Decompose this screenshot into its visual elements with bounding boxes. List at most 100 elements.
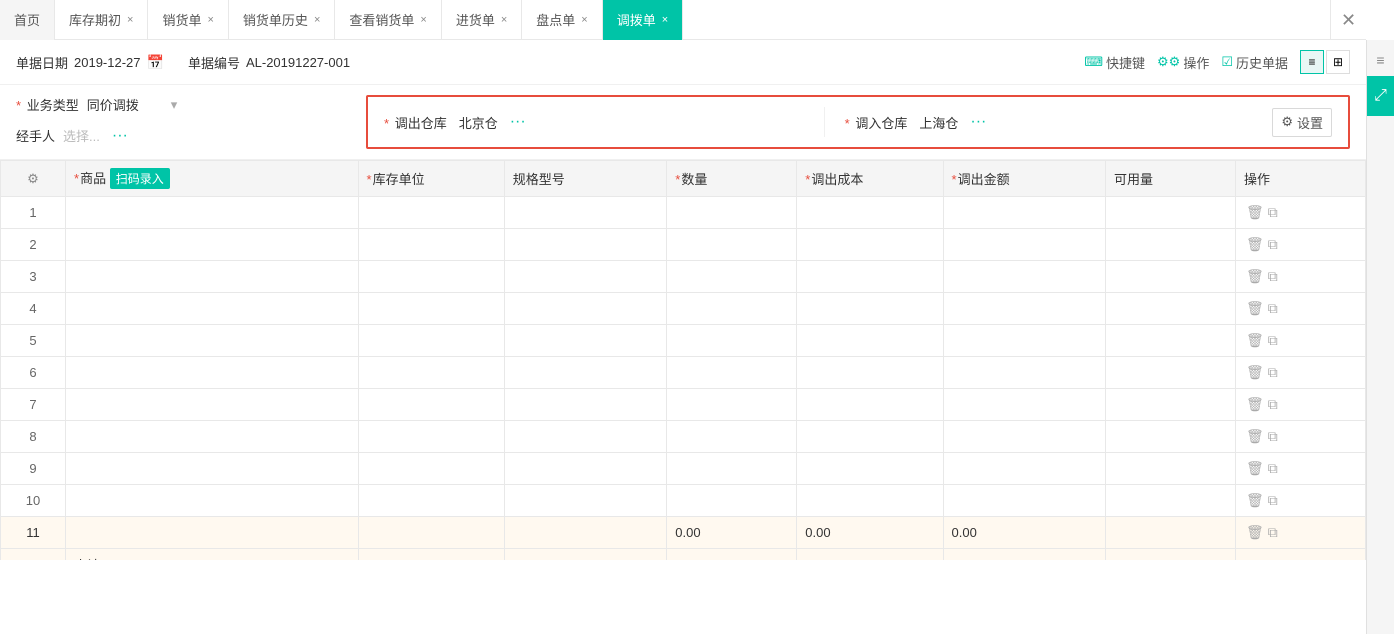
cell-available[interactable] bbox=[1106, 421, 1236, 453]
delete-icon[interactable]: 🗑 bbox=[1246, 204, 1264, 220]
cell-spec[interactable] bbox=[504, 421, 667, 453]
delete-icon[interactable]: 🗑 bbox=[1246, 524, 1264, 540]
col-gear[interactable]: ⚙ bbox=[1, 161, 66, 197]
cell-spec[interactable] bbox=[504, 261, 667, 293]
copy-icon[interactable]: ⧉ bbox=[1268, 268, 1278, 284]
cell-product[interactable] bbox=[66, 325, 359, 357]
cell-amount[interactable] bbox=[943, 197, 1106, 229]
cell-available[interactable] bbox=[1106, 389, 1236, 421]
tab-item-sales-order[interactable]: 销货单× bbox=[148, 0, 228, 40]
tab-item-inventory-init[interactable]: 库存期初× bbox=[55, 0, 148, 40]
cell-cost[interactable] bbox=[797, 197, 943, 229]
cell-unit[interactable] bbox=[358, 389, 504, 421]
cell-amount[interactable] bbox=[943, 453, 1106, 485]
cell-product[interactable] bbox=[66, 485, 359, 517]
scan-entry-button[interactable]: 扫码录入 bbox=[110, 168, 170, 189]
calendar-icon[interactable]: 📅 bbox=[147, 54, 164, 71]
cell-cost[interactable] bbox=[797, 357, 943, 389]
cell-available[interactable] bbox=[1106, 357, 1236, 389]
view-toggle-grid[interactable]: ⊞ bbox=[1326, 50, 1350, 74]
cell-amount[interactable] bbox=[943, 293, 1106, 325]
cell-qty[interactable] bbox=[667, 261, 797, 293]
operations-action[interactable]: ⚙⚙ 操作 bbox=[1157, 53, 1209, 72]
delete-icon[interactable]: 🗑 bbox=[1246, 428, 1264, 444]
cell-product[interactable] bbox=[66, 229, 359, 261]
tab-close-sales-order[interactable]: × bbox=[207, 14, 213, 26]
cell-cost[interactable] bbox=[797, 261, 943, 293]
cell-cost[interactable] bbox=[797, 229, 943, 261]
delete-icon[interactable]: 🗑 bbox=[1246, 364, 1264, 380]
cell-product[interactable] bbox=[66, 357, 359, 389]
cell-product[interactable] bbox=[66, 261, 359, 293]
sidebar-expand-icon[interactable]: ⤢ bbox=[1367, 76, 1394, 116]
copy-icon[interactable]: ⧉ bbox=[1268, 428, 1278, 444]
cell-qty[interactable] bbox=[667, 229, 797, 261]
history-action[interactable]: ☑ 历史单据 bbox=[1221, 53, 1288, 72]
cell-qty[interactable] bbox=[667, 453, 797, 485]
copy-icon[interactable]: ⧉ bbox=[1268, 524, 1278, 540]
cell-available[interactable] bbox=[1106, 229, 1236, 261]
cell-amount[interactable] bbox=[943, 357, 1106, 389]
cell-unit[interactable] bbox=[358, 261, 504, 293]
delete-icon[interactable]: 🗑 bbox=[1246, 268, 1264, 284]
cell-spec[interactable] bbox=[504, 325, 667, 357]
cell-product[interactable] bbox=[66, 453, 359, 485]
delete-icon[interactable]: 🗑 bbox=[1246, 300, 1264, 316]
cell-unit[interactable] bbox=[358, 485, 504, 517]
copy-icon[interactable]: ⧉ bbox=[1268, 364, 1278, 380]
cell-unit[interactable] bbox=[358, 325, 504, 357]
tab-item-view-sales[interactable]: 查看销货单× bbox=[335, 0, 441, 40]
business-type-select[interactable]: 同价调拨 ▾ bbox=[87, 95, 247, 114]
cell-available[interactable] bbox=[1106, 261, 1236, 293]
cell-spec[interactable] bbox=[504, 453, 667, 485]
copy-icon[interactable]: ⧉ bbox=[1268, 492, 1278, 508]
person-more-btn[interactable]: ··· bbox=[108, 127, 132, 145]
delete-icon[interactable]: 🗑 bbox=[1246, 492, 1264, 508]
cell-spec[interactable] bbox=[504, 357, 667, 389]
cell-cost[interactable] bbox=[797, 421, 943, 453]
cell-amount[interactable] bbox=[943, 485, 1106, 517]
copy-icon[interactable]: ⧉ bbox=[1268, 396, 1278, 412]
cell-cost[interactable] bbox=[797, 293, 943, 325]
out-warehouse-more-btn[interactable]: ··· bbox=[506, 113, 530, 131]
tab-item-transfer[interactable]: 调拨单× bbox=[603, 0, 683, 40]
delete-icon[interactable]: 🗑 bbox=[1246, 332, 1264, 348]
copy-icon[interactable]: ⧉ bbox=[1268, 332, 1278, 348]
cell-spec[interactable] bbox=[504, 229, 667, 261]
cell-cost[interactable] bbox=[797, 389, 943, 421]
cell-unit[interactable] bbox=[358, 357, 504, 389]
cell-product[interactable] bbox=[66, 293, 359, 325]
delete-icon[interactable]: 🗑 bbox=[1246, 236, 1264, 252]
tab-close-transfer[interactable]: × bbox=[662, 14, 668, 26]
cell-product[interactable] bbox=[66, 197, 359, 229]
cell-unit[interactable] bbox=[358, 293, 504, 325]
tab-close-stocktake[interactable]: × bbox=[581, 14, 587, 26]
cell-spec[interactable] bbox=[504, 197, 667, 229]
cell-unit[interactable] bbox=[358, 453, 504, 485]
cell-product[interactable] bbox=[66, 389, 359, 421]
tab-close-sales-history[interactable]: × bbox=[314, 14, 320, 26]
cell-qty[interactable] bbox=[667, 357, 797, 389]
shortcut-action[interactable]: ⌨ 快捷键 bbox=[1084, 53, 1145, 72]
tab-item-sales-history[interactable]: 销货单历史× bbox=[229, 0, 335, 40]
settings-button[interactable]: ⚙ 设置 bbox=[1272, 108, 1332, 137]
cell-cost[interactable] bbox=[797, 485, 943, 517]
cell-available[interactable] bbox=[1106, 325, 1236, 357]
cell-qty[interactable] bbox=[667, 389, 797, 421]
cell-qty[interactable] bbox=[667, 325, 797, 357]
cell-cost[interactable] bbox=[797, 325, 943, 357]
tab-close-purchase-order[interactable]: × bbox=[501, 14, 507, 26]
cell-amount[interactable] bbox=[943, 229, 1106, 261]
cell-qty[interactable] bbox=[667, 293, 797, 325]
cell-available[interactable] bbox=[1106, 485, 1236, 517]
cell-unit[interactable] bbox=[358, 197, 504, 229]
cell-unit[interactable] bbox=[358, 421, 504, 453]
cell-cost[interactable] bbox=[797, 453, 943, 485]
cell-qty[interactable] bbox=[667, 485, 797, 517]
copy-icon[interactable]: ⧉ bbox=[1268, 460, 1278, 476]
tab-close-view-sales[interactable]: × bbox=[420, 14, 426, 26]
in-warehouse-more-btn[interactable]: ··· bbox=[966, 113, 990, 131]
copy-icon[interactable]: ⧉ bbox=[1268, 236, 1278, 252]
cell-spec[interactable] bbox=[504, 293, 667, 325]
tab-item-home[interactable]: 首页 bbox=[0, 0, 55, 40]
